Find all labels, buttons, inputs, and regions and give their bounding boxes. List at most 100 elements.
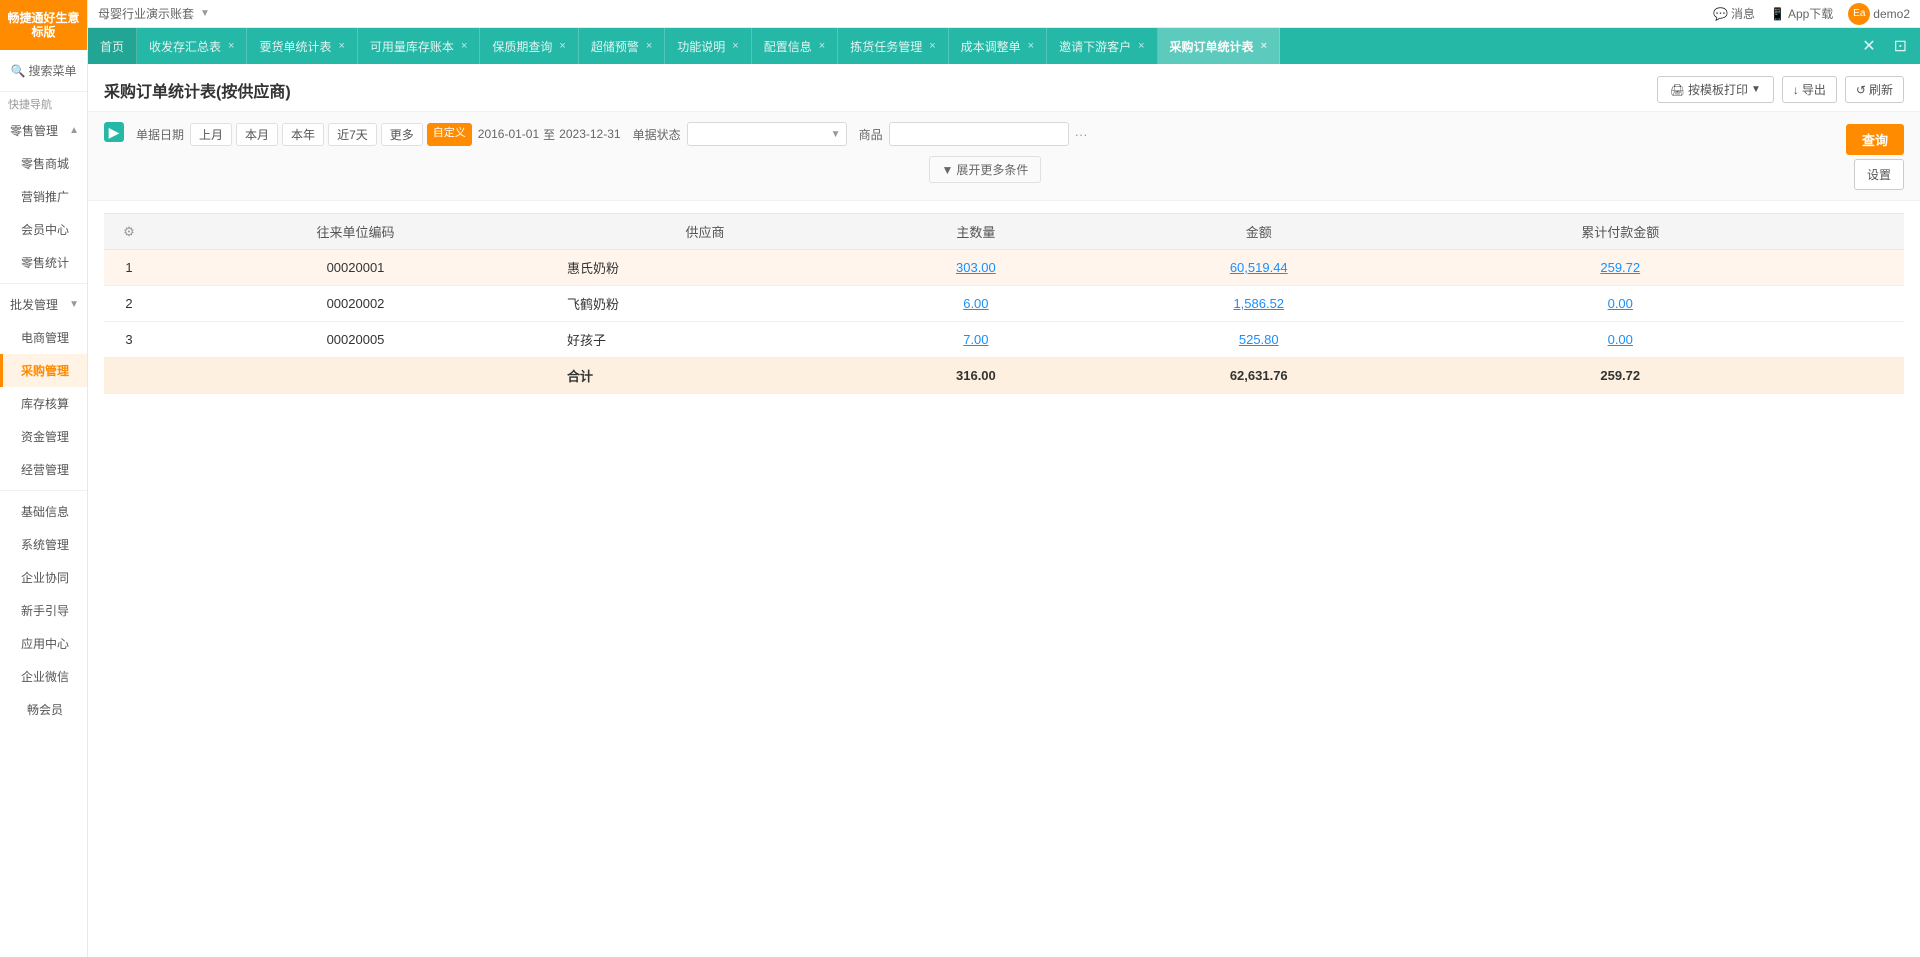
basic-info-label: 基础信息 xyxy=(21,505,69,519)
new-guide-label: 新手引导 xyxy=(21,604,69,618)
sidebar-item-system[interactable]: 系统管理 xyxy=(0,528,87,561)
tab-close-icon[interactable]: × xyxy=(1028,40,1034,52)
refresh-label: 刷新 xyxy=(1869,81,1893,98)
wholesale-label: 批发管理 xyxy=(10,296,58,313)
tab-close-icon[interactable]: × xyxy=(338,40,344,52)
row-amount: 1,586.52 xyxy=(1099,286,1419,322)
sidebar-item-ecommerce[interactable]: 电商管理 xyxy=(0,321,87,354)
sidebar-item-basic-info[interactable]: 基础信息 xyxy=(0,495,87,528)
date-filter-label: 单据日期 xyxy=(136,126,184,143)
user-menu[interactable]: Ea demo2 xyxy=(1848,3,1910,25)
amount-link[interactable]: 60,519.44 xyxy=(1230,260,1288,275)
sidebar-item-new-guide[interactable]: 新手引导 xyxy=(0,594,87,627)
date-this-month[interactable]: 本月 xyxy=(236,123,278,146)
search-icon: 🔍 xyxy=(11,64,26,78)
sidebar-item-marketing[interactable]: 营销推广 xyxy=(0,180,87,213)
goods-input[interactable] xyxy=(889,122,1069,146)
sidebar-item-purchase[interactable]: 采购管理 xyxy=(0,354,87,387)
setting-button[interactable]: 设置 xyxy=(1854,159,1904,190)
tab-home[interactable]: 首页 xyxy=(88,28,137,64)
tab-config-info[interactable]: 配置信息 × xyxy=(752,28,838,64)
sidebar-item-app-center[interactable]: 应用中心 xyxy=(0,627,87,660)
sidebar-item-finance[interactable]: 资金管理 xyxy=(0,420,87,453)
export-button[interactable]: ↓ 导出 xyxy=(1782,76,1837,103)
sidebar-item-enterprise-coop[interactable]: 企业协同 xyxy=(0,561,87,594)
column-settings-icon[interactable]: ⚙ xyxy=(123,224,135,239)
paid-link[interactable]: 0.00 xyxy=(1608,296,1633,311)
date-range-display: 2016-01-01 至 2023-12-31 xyxy=(478,126,621,143)
tab-function-desc[interactable]: 功能说明 × xyxy=(665,28,751,64)
refresh-button[interactable]: ↺ 刷新 xyxy=(1845,76,1904,103)
expand-icon: ▼ xyxy=(942,163,954,177)
expand-conditions-button[interactable]: ▼ 展开更多条件 xyxy=(929,156,1042,183)
tab-label: 拣货任务管理 xyxy=(850,38,922,55)
tab-purchase-single-stats[interactable]: 要货单统计表 × xyxy=(247,28,357,64)
tab-purchase-order-stats[interactable]: 采购订单统计表 × xyxy=(1158,28,1280,64)
tab-close-icon[interactable]: × xyxy=(461,40,467,52)
paid-link[interactable]: 259.72 xyxy=(1600,260,1640,275)
query-button[interactable]: 查询 xyxy=(1846,124,1904,155)
sidebar-item-vip[interactable]: 畅会员 xyxy=(0,693,87,726)
tab-close-icon[interactable]: × xyxy=(929,40,935,52)
amount-link[interactable]: 1,586.52 xyxy=(1233,296,1284,311)
quick-nav-label: 快捷导航 xyxy=(8,99,52,111)
tab-close-icon[interactable]: × xyxy=(646,40,652,52)
paid-link[interactable]: 0.00 xyxy=(1608,332,1633,347)
tab-label: 功能说明 xyxy=(677,38,725,55)
refresh-icon: ↺ xyxy=(1856,83,1866,97)
row-code: 00020005 xyxy=(154,322,557,358)
tab-close-icon[interactable]: × xyxy=(732,40,738,52)
date-this-year[interactable]: 本年 xyxy=(282,123,324,146)
page-header: 采购订单统计表(按供应商) 🖨 按模板打印 ▼ ↓ 导出 ↺ 刷新 xyxy=(88,64,1920,112)
app-download-button[interactable]: 📱 App下载 xyxy=(1770,5,1833,22)
tab-close-icon[interactable]: × xyxy=(819,40,825,52)
sidebar-item-retail-store[interactable]: 零售商城 xyxy=(0,147,87,180)
date-last-7-days[interactable]: 近7天 xyxy=(328,123,377,146)
tab-receive-summary[interactable]: 收发存汇总表 × xyxy=(137,28,247,64)
date-more[interactable]: 更多 xyxy=(381,123,423,146)
table-row: 3 00020005 好孩子 7.00 525.80 0.00 xyxy=(104,322,1904,358)
tab-invite-downstream[interactable]: 邀请下游客户 × xyxy=(1047,28,1157,64)
filter-toggle-button[interactable]: ▶ xyxy=(104,122,124,142)
status-filter-group: 单据状态 ▼ xyxy=(633,122,847,146)
qty-link[interactable]: 6.00 xyxy=(963,296,988,311)
tab-close-icon[interactable]: × xyxy=(1138,40,1144,52)
tab-cost-adjust[interactable]: 成本调整单 × xyxy=(949,28,1047,64)
sidebar-item-inventory[interactable]: 库存核算 xyxy=(0,387,87,420)
message-button[interactable]: 💬 消息 xyxy=(1713,5,1755,22)
sidebar-item-retail-management[interactable]: 零售管理 ▲ xyxy=(0,114,87,147)
sidebar-item-wholesale[interactable]: 批发管理 ▼ xyxy=(0,288,87,321)
print-button[interactable]: 🖨 按模板打印 ▼ xyxy=(1657,76,1774,103)
tab-available-inventory[interactable]: 可用量库存账本 × xyxy=(358,28,480,64)
sidebar-item-enterprise-wechat[interactable]: 企业微信 xyxy=(0,660,87,693)
tab-close-icon[interactable]: × xyxy=(559,40,565,52)
top-bar: 母婴行业演示账套 ▼ 💬 消息 📱 App下载 Ea demo2 xyxy=(88,0,1920,28)
search-menu-button[interactable]: 🔍 搜索菜单 xyxy=(6,58,81,83)
qty-link[interactable]: 303.00 xyxy=(956,260,996,275)
tab-overstock[interactable]: 超储预警 × xyxy=(579,28,665,64)
tab-maximize-button[interactable]: ⊡ xyxy=(1889,34,1912,58)
qty-link[interactable]: 7.00 xyxy=(963,332,988,347)
tab-close-icon[interactable]: × xyxy=(228,40,234,52)
sidebar-item-member-center[interactable]: 会员中心 xyxy=(0,213,87,246)
tab-close-icon[interactable]: × xyxy=(1261,40,1267,52)
enterprise-coop-label: 企业协同 xyxy=(21,571,69,585)
status-select[interactable] xyxy=(687,122,847,146)
sidebar-item-operations[interactable]: 经营管理 xyxy=(0,453,87,486)
tab-expiry-query[interactable]: 保质期查询 × xyxy=(480,28,578,64)
tab-picking-task[interactable]: 拣货任务管理 × xyxy=(838,28,948,64)
table-header-row: ⚙ 往来单位编码 供应商 主数量 金额 累计付款金额 xyxy=(104,214,1904,250)
tab-close-all-button[interactable]: ✕ xyxy=(1857,34,1880,58)
row-code: 00020001 xyxy=(154,250,557,286)
goods-more-icon[interactable]: ··· xyxy=(1075,127,1088,142)
search-menu-label: 搜索菜单 xyxy=(28,62,76,79)
date-from: 2016-01-01 xyxy=(478,127,539,141)
sidebar-item-retail-stats[interactable]: 零售统计 xyxy=(0,246,87,279)
col-paid-header: 累计付款金额 xyxy=(1419,214,1822,250)
col-amount-header: 金额 xyxy=(1099,214,1419,250)
tab-label: 采购订单统计表 xyxy=(1170,38,1254,55)
row-qty: 6.00 xyxy=(853,286,1099,322)
date-last-month[interactable]: 上月 xyxy=(190,123,232,146)
amount-link[interactable]: 525.80 xyxy=(1239,332,1279,347)
tab-label: 可用量库存账本 xyxy=(370,38,454,55)
